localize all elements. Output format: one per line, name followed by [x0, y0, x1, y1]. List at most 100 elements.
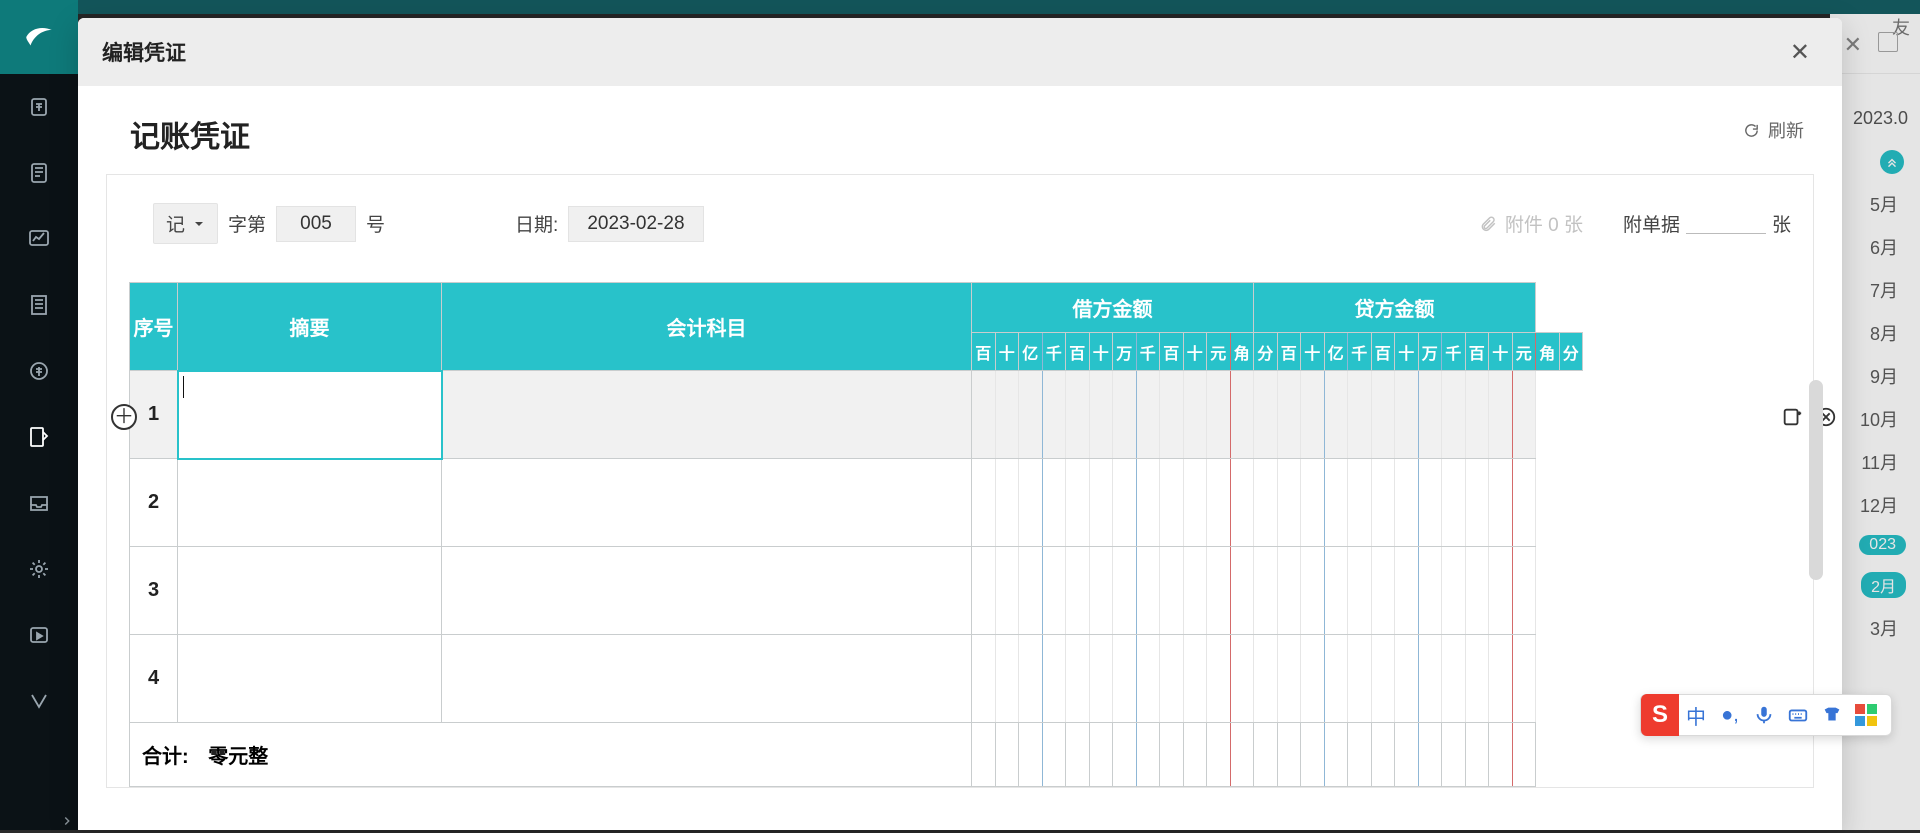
- credit-digit[interactable]: [1512, 371, 1536, 459]
- credit-digit[interactable]: [1465, 371, 1489, 459]
- app-logo[interactable]: [0, 0, 78, 74]
- scrollbar-thumb[interactable]: [1809, 380, 1823, 580]
- credit-digit[interactable]: [1277, 371, 1301, 459]
- table-row[interactable]: 4: [130, 635, 1583, 723]
- account-cell[interactable]: [442, 459, 972, 547]
- credit-digit[interactable]: [1512, 547, 1536, 635]
- credit-digit[interactable]: [1442, 371, 1466, 459]
- debit-digit[interactable]: [972, 635, 996, 723]
- credit-digit[interactable]: [1465, 459, 1489, 547]
- credit-digit[interactable]: [1301, 547, 1325, 635]
- credit-digit[interactable]: [1512, 459, 1536, 547]
- debit-digit[interactable]: [1160, 459, 1184, 547]
- credit-digit[interactable]: [1465, 635, 1489, 723]
- nav-icon-voucher[interactable]: [0, 404, 78, 470]
- debit-digit[interactable]: [1207, 371, 1231, 459]
- summary-cell[interactable]: [178, 635, 442, 723]
- debit-digit[interactable]: [1136, 547, 1160, 635]
- debit-digit[interactable]: [1042, 547, 1066, 635]
- debit-digit[interactable]: [1019, 371, 1043, 459]
- debit-digit[interactable]: [1207, 459, 1231, 547]
- debit-digit[interactable]: [1230, 635, 1254, 723]
- debit-digit[interactable]: [1160, 371, 1184, 459]
- summary-cell-editor[interactable]: [177, 370, 443, 460]
- credit-digit[interactable]: [1442, 459, 1466, 547]
- table-row[interactable]: 3: [130, 547, 1583, 635]
- debit-digit[interactable]: [1113, 635, 1137, 723]
- nav-icon-video[interactable]: [0, 602, 78, 668]
- credit-digit[interactable]: [1348, 459, 1372, 547]
- account-cell[interactable]: [442, 547, 972, 635]
- credit-digit[interactable]: [1277, 547, 1301, 635]
- nav-icon-inbox[interactable]: [0, 470, 78, 536]
- nav-icon-money[interactable]: [0, 74, 78, 140]
- debit-digit[interactable]: [1042, 635, 1066, 723]
- debit-digit[interactable]: [1113, 371, 1137, 459]
- debit-digit[interactable]: [1019, 547, 1043, 635]
- debit-digit[interactable]: [1230, 547, 1254, 635]
- debit-digit[interactable]: [995, 635, 1019, 723]
- debit-digit[interactable]: [1183, 547, 1207, 635]
- debit-digit[interactable]: [995, 371, 1019, 459]
- attachment-link[interactable]: 附件 0 张: [1479, 210, 1583, 237]
- debit-digit[interactable]: [1183, 371, 1207, 459]
- sidebar-collapse-icon[interactable]: [60, 814, 74, 828]
- credit-digit[interactable]: [1371, 371, 1395, 459]
- credit-digit[interactable]: [1277, 635, 1301, 723]
- close-icon[interactable]: ✕: [1782, 34, 1818, 71]
- credit-digit[interactable]: [1348, 371, 1372, 459]
- credit-digit[interactable]: [1301, 635, 1325, 723]
- summary-cell[interactable]: [178, 459, 442, 547]
- credit-digit[interactable]: [1418, 547, 1442, 635]
- credit-digit[interactable]: [1254, 459, 1278, 547]
- debit-digit[interactable]: [1136, 459, 1160, 547]
- voucher-number-input[interactable]: 005: [276, 206, 356, 242]
- debit-digit[interactable]: [1136, 371, 1160, 459]
- credit-digit[interactable]: [1301, 371, 1325, 459]
- credit-digit[interactable]: [1418, 459, 1442, 547]
- table-row[interactable]: 2: [130, 459, 1583, 547]
- debit-digit[interactable]: [1207, 635, 1231, 723]
- summary-cell[interactable]: [178, 547, 442, 635]
- debit-digit[interactable]: [1230, 459, 1254, 547]
- credit-digit[interactable]: [1371, 459, 1395, 547]
- debit-digit[interactable]: [972, 371, 996, 459]
- credit-digit[interactable]: [1254, 371, 1278, 459]
- debit-digit[interactable]: [1042, 459, 1066, 547]
- debit-digit[interactable]: [1089, 459, 1113, 547]
- nav-icon-coin[interactable]: [0, 338, 78, 404]
- insert-row-icon[interactable]: [1779, 404, 1805, 430]
- debit-digit[interactable]: [1113, 459, 1137, 547]
- nav-icon-ledger[interactable]: [0, 140, 78, 206]
- credit-digit[interactable]: [1512, 635, 1536, 723]
- credit-digit[interactable]: [1489, 459, 1513, 547]
- credit-digit[interactable]: [1348, 635, 1372, 723]
- credit-digit[interactable]: [1418, 371, 1442, 459]
- nav-icon-v[interactable]: [0, 668, 78, 734]
- credit-digit[interactable]: [1371, 635, 1395, 723]
- docs-count-input[interactable]: [1686, 213, 1766, 234]
- credit-digit[interactable]: [1418, 635, 1442, 723]
- date-input[interactable]: 2023-02-28: [568, 206, 703, 242]
- credit-digit[interactable]: [1324, 371, 1348, 459]
- nav-icon-receipt[interactable]: [0, 272, 78, 338]
- ime-mic-icon[interactable]: [1747, 704, 1781, 726]
- ime-toolbar[interactable]: S 中 ●,: [1640, 694, 1892, 736]
- credit-digit[interactable]: [1489, 635, 1513, 723]
- debit-digit[interactable]: [1230, 371, 1254, 459]
- debit-digit[interactable]: [972, 547, 996, 635]
- debit-digit[interactable]: [1019, 459, 1043, 547]
- account-cell[interactable]: [442, 635, 972, 723]
- credit-digit[interactable]: [1348, 547, 1372, 635]
- credit-digit[interactable]: [1465, 547, 1489, 635]
- debit-digit[interactable]: [1207, 547, 1231, 635]
- debit-digit[interactable]: [1160, 635, 1184, 723]
- credit-digit[interactable]: [1395, 459, 1419, 547]
- debit-digit[interactable]: [1089, 371, 1113, 459]
- credit-digit[interactable]: [1489, 547, 1513, 635]
- debit-digit[interactable]: [1066, 635, 1090, 723]
- account-cell[interactable]: [442, 371, 972, 459]
- ime-keyboard-icon[interactable]: [1781, 704, 1815, 726]
- credit-digit[interactable]: [1324, 635, 1348, 723]
- credit-digit[interactable]: [1301, 459, 1325, 547]
